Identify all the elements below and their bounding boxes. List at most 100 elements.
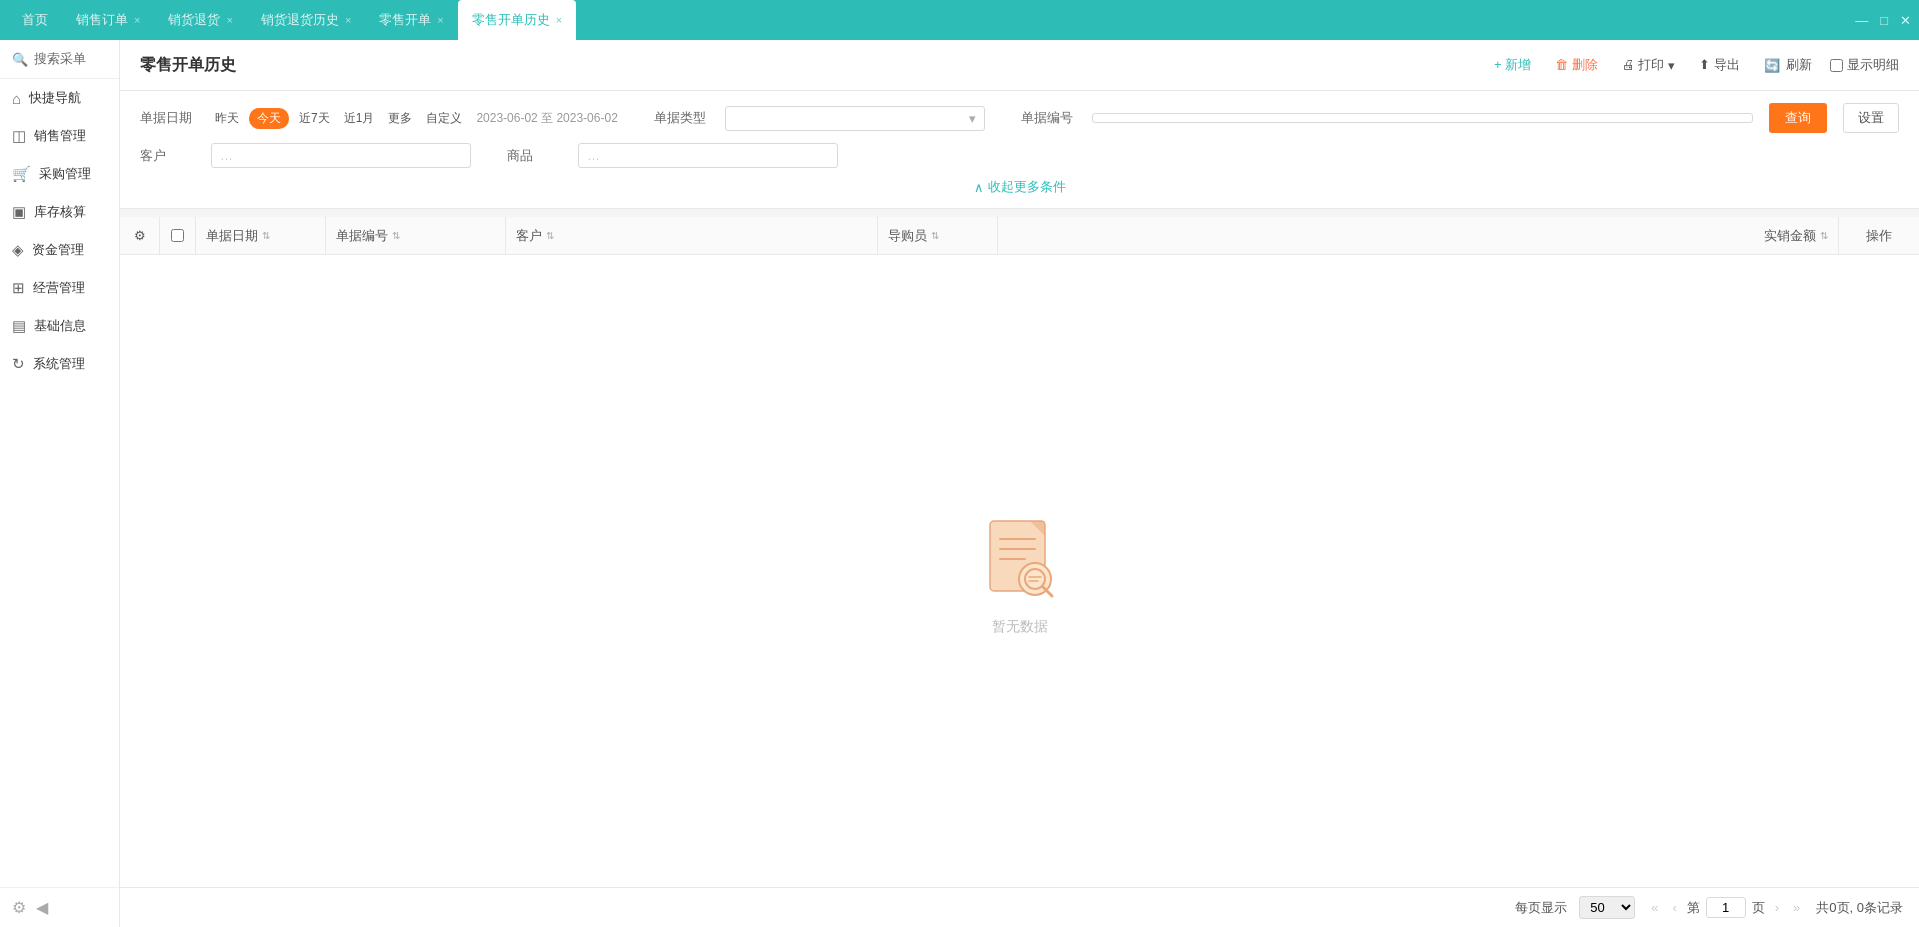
th-customer[interactable]: 客户 ⇅: [506, 217, 878, 254]
th-date[interactable]: 单据日期 ⇅: [196, 217, 326, 254]
th-guide-sort-icon[interactable]: ⇅: [931, 230, 939, 241]
date-opt-today[interactable]: 今天: [249, 108, 289, 129]
date-opt-1month[interactable]: 近1月: [340, 108, 379, 129]
collapse-label: 收起更多条件: [988, 178, 1066, 196]
tab-retail-history-close[interactable]: ×: [556, 14, 562, 26]
sidebar-item-inventory[interactable]: ▣ 库存核算: [0, 193, 119, 231]
sidebar-item-operations-label: 经营管理: [33, 279, 85, 297]
sidebar-item-base-info-label: 基础信息: [34, 317, 86, 335]
table-footer: 每页显示 50 10 20 100 « ‹ 第 页 › » 共0页, 0条记录: [120, 887, 1919, 927]
print-button[interactable]: 🖨 打印 ▾: [1616, 52, 1682, 78]
delete-button[interactable]: 🗑 删除: [1549, 52, 1604, 78]
bill-no-input[interactable]: [1092, 113, 1753, 123]
bill-type-select[interactable]: ▾: [725, 106, 985, 131]
operations-icon: ⊞: [12, 279, 25, 297]
print-button-label: 🖨 打印: [1622, 56, 1665, 74]
collapse-sidebar-icon[interactable]: ◀: [36, 898, 48, 917]
tab-sales-return[interactable]: 销货退货 ×: [154, 0, 246, 40]
tab-retail-open[interactable]: 零售开单 ×: [365, 0, 457, 40]
finance-icon: ◈: [12, 241, 24, 259]
tab-sales-order-close[interactable]: ×: [134, 14, 140, 26]
prev-page-button[interactable]: ‹: [1668, 898, 1680, 917]
date-opt-yesterday[interactable]: 昨天: [211, 108, 243, 129]
sidebar-item-base-info[interactable]: ▤ 基础信息: [0, 307, 119, 345]
tab-sales-order[interactable]: 销售订单 ×: [62, 0, 154, 40]
tab-sales-return-close[interactable]: ×: [226, 14, 232, 26]
setting-button[interactable]: 设置: [1843, 103, 1899, 133]
th-checkbox[interactable]: [160, 217, 196, 254]
th-amount-sort-icon[interactable]: ⇅: [1820, 230, 1828, 241]
customer-input[interactable]: …: [211, 143, 471, 168]
page-size-select[interactable]: 50 10 20 100: [1579, 896, 1635, 919]
filter-row-2: 客户 … 商品 …: [140, 143, 1899, 168]
date-filter-label: 单据日期: [140, 109, 195, 127]
filter-area: 单据日期 昨天 今天 近7天 近1月 更多 自定义 2023-06-02 至 2…: [120, 91, 1919, 209]
refresh-button[interactable]: 🔄 🔄 刷新 刷新: [1758, 52, 1818, 78]
th-spacer: [998, 217, 1719, 254]
table-header: ⚙ 单据日期 ⇅ 单据编号 ⇅ 客户 ⇅ 导购员: [120, 217, 1919, 255]
show-detail-label: 显示明细: [1847, 56, 1899, 74]
export-button[interactable]: ⬆ 导出: [1693, 52, 1746, 78]
tab-retail-history[interactable]: 零售开单历史 ×: [458, 0, 576, 40]
page-size-label: 每页显示: [1515, 899, 1567, 917]
export-button-label: ⬆ 导出: [1699, 56, 1740, 74]
show-detail-checkbox[interactable]: [1830, 59, 1843, 72]
show-detail-toggle[interactable]: 显示明细: [1830, 56, 1899, 74]
column-settings-icon[interactable]: ⚙: [134, 228, 146, 243]
tab-sales-return-history-close[interactable]: ×: [345, 14, 351, 26]
sidebar-item-system[interactable]: ↻ 系统管理: [0, 345, 119, 383]
sidebar-item-operations[interactable]: ⊞ 经营管理: [0, 269, 119, 307]
th-amount[interactable]: 实销金额 ⇅: [1719, 217, 1839, 254]
collapse-area: ∧ 收起更多条件: [140, 178, 1899, 196]
tab-retail-history-label: 零售开单历史: [472, 11, 550, 29]
settings-bottom-icon[interactable]: ⚙: [12, 898, 26, 917]
date-opt-custom[interactable]: 自定义: [422, 108, 466, 129]
sidebar-item-finance[interactable]: ◈ 资金管理: [0, 231, 119, 269]
th-guide[interactable]: 导购员 ⇅: [878, 217, 998, 254]
sidebar-item-quick-nav-label: 快捷导航: [29, 89, 81, 107]
sidebar-item-sales-mgmt[interactable]: ◫ 销售管理: [0, 117, 119, 155]
window-controls: — □ ✕: [1855, 13, 1911, 28]
purchase-icon: 🛒: [12, 165, 31, 183]
goods-input[interactable]: …: [578, 143, 838, 168]
sidebar-search[interactable]: 🔍 搜索采单: [0, 40, 119, 79]
last-page-button[interactable]: »: [1789, 898, 1804, 917]
tab-sales-return-label: 销货退货: [168, 11, 220, 29]
add-button[interactable]: + 新增: [1488, 52, 1537, 78]
next-page-button[interactable]: ›: [1771, 898, 1783, 917]
sidebar: 🔍 搜索采单 ⌂ 快捷导航 ◫ 销售管理 🛒 采购管理 ▣ 库存核算 ◈ 资金管…: [0, 40, 120, 927]
collapse-button[interactable]: ∧ 收起更多条件: [974, 178, 1066, 196]
sidebar-item-finance-label: 资金管理: [32, 241, 84, 259]
th-date-sort-icon[interactable]: ⇅: [262, 230, 270, 241]
tab-sales-return-history[interactable]: 销货退货历史 ×: [247, 0, 365, 40]
table-area: ⚙ 单据日期 ⇅ 单据编号 ⇅ 客户 ⇅ 导购员: [120, 217, 1919, 927]
tab-retail-open-label: 零售开单: [379, 11, 431, 29]
window-maximize[interactable]: □: [1880, 13, 1888, 28]
th-customer-sort-icon[interactable]: ⇅: [546, 230, 554, 241]
th-billno[interactable]: 单据编号 ⇅: [326, 217, 506, 254]
th-gear[interactable]: ⚙: [120, 217, 160, 254]
page-number-input[interactable]: [1706, 897, 1746, 918]
page-header: 零售开单历史 + 新增 🗑 删除 🖨 打印 ▾ ⬆ 导出 🔄 🔄 刷新: [120, 40, 1919, 91]
sidebar-item-quick-nav[interactable]: ⌂ 快捷导航: [0, 79, 119, 117]
inventory-icon: ▣: [12, 203, 26, 221]
base-info-icon: ▤: [12, 317, 26, 335]
page-suffix: 页: [1752, 899, 1765, 917]
th-billno-sort-icon[interactable]: ⇅: [392, 230, 400, 241]
tab-retail-open-close[interactable]: ×: [437, 14, 443, 26]
sidebar-item-purchase-mgmt[interactable]: 🛒 采购管理: [0, 155, 119, 193]
page-label: 第: [1687, 899, 1700, 917]
window-close[interactable]: ✕: [1900, 13, 1911, 28]
first-page-button[interactable]: «: [1647, 898, 1662, 917]
query-button[interactable]: 查询: [1769, 103, 1827, 133]
date-opt-7days[interactable]: 近7天: [295, 108, 334, 129]
window-minimize[interactable]: —: [1855, 13, 1868, 28]
tab-home[interactable]: 首页: [8, 0, 62, 40]
system-icon: ↻: [12, 355, 25, 373]
page-title: 零售开单历史: [140, 55, 236, 88]
add-button-label: + 新增: [1494, 56, 1531, 74]
empty-illustration: [970, 506, 1070, 606]
th-customer-label: 客户: [516, 227, 542, 245]
select-all-checkbox[interactable]: [171, 229, 184, 242]
date-opt-more[interactable]: 更多: [384, 108, 416, 129]
